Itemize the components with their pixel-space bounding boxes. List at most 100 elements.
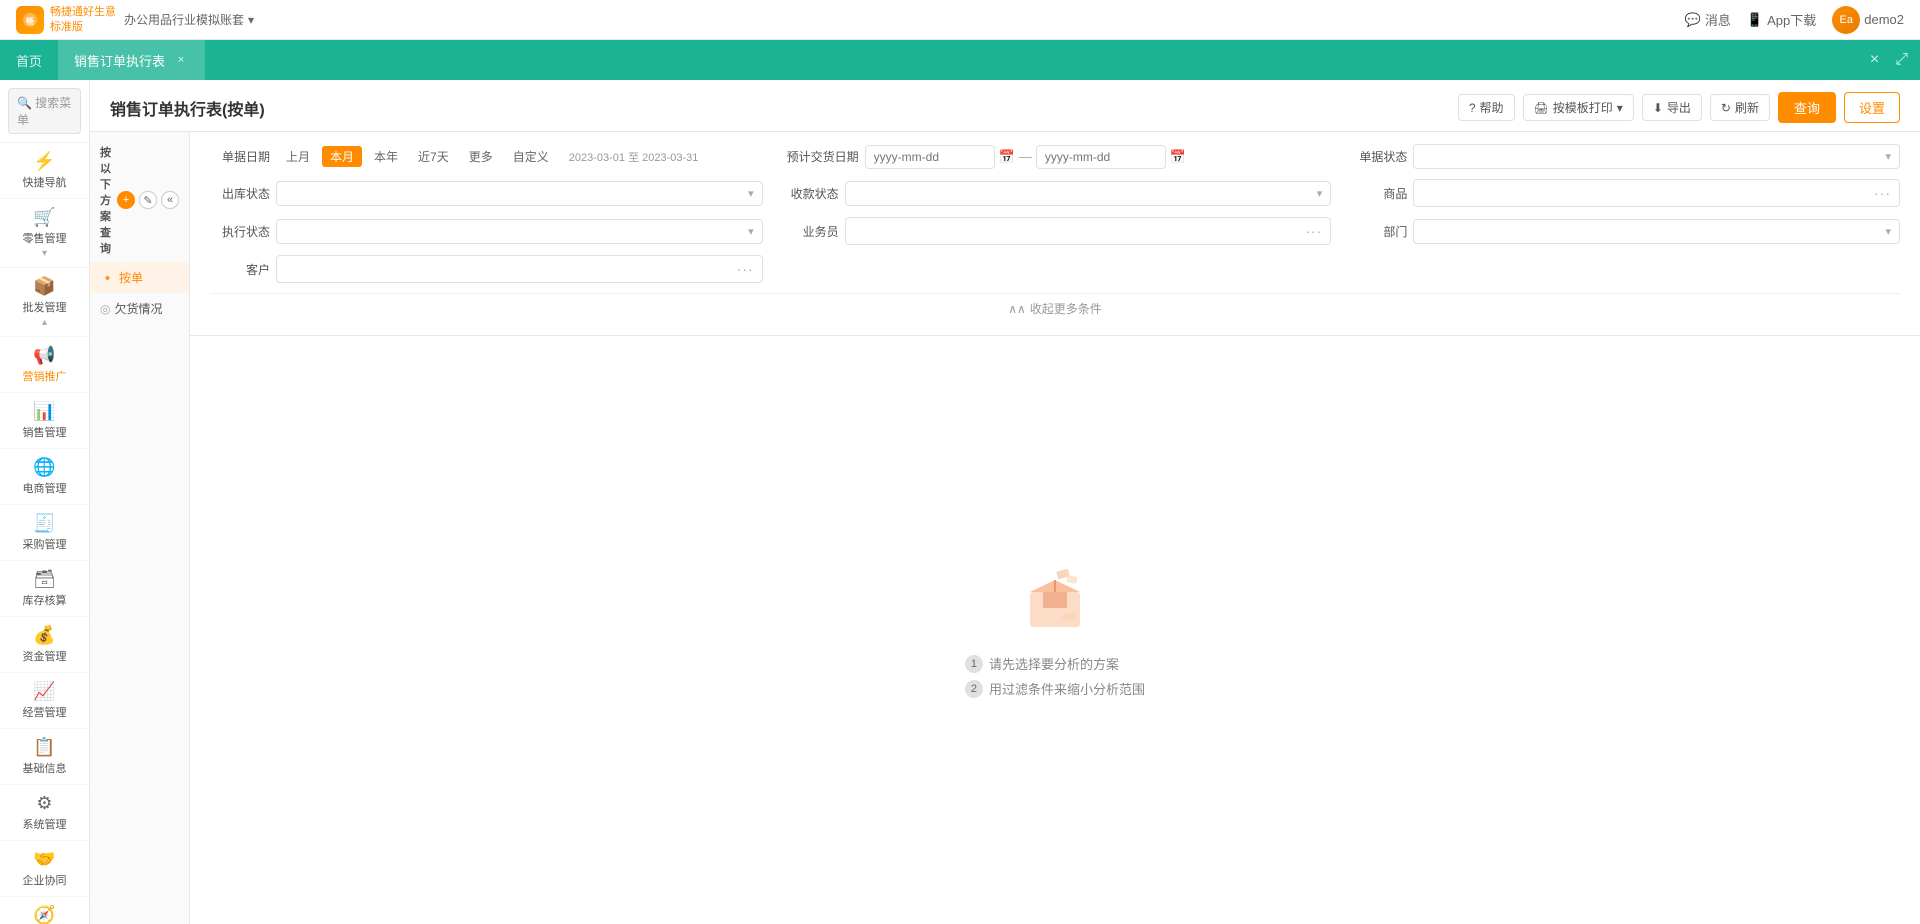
date-tab-thisyear[interactable]: 本年 <box>366 146 406 167</box>
product-selector[interactable]: ··· <box>1413 179 1900 207</box>
scheme-header: 按以下方案查询 + ✎ « <box>90 138 189 262</box>
retail-icon: 🛒 <box>33 207 55 228</box>
salesperson-dots: ··· <box>1305 223 1322 239</box>
export-btn[interactable]: ⬇ 导出 <box>1642 94 1702 121</box>
dept-dropdown[interactable]: ▾ <box>1413 219 1900 244</box>
expected-date-to[interactable] <box>1036 145 1166 169</box>
expected-date-inputs: 📅 — 📅 <box>865 145 1186 169</box>
sidebar-item-finance[interactable]: 💰 资金管理 <box>0 617 89 673</box>
result-area: 1 请先选择要分析的方案 2 用过滤条件来缩小分析范围 <box>190 336 1920 924</box>
customer-selector[interactable]: ··· <box>276 255 763 283</box>
print-icon: 🖨 <box>1534 101 1549 115</box>
scheme-item-byorder-icon: 🔸 <box>100 271 115 285</box>
sidebar: 🔍 搜索菜单 ⚡ 快捷导航 🛒 零售管理 ▾ 📦 批发管理 ▴ 📢 营销推广 📊… <box>0 80 90 924</box>
system-icon: ⚙ <box>36 793 52 814</box>
content-wrapper: 按以下方案查询 + ✎ « 🔸 按单 ◎ 欠货情况 <box>90 132 1920 924</box>
sidebar-item-wholesale[interactable]: 📦 批发管理 ▴ <box>0 268 89 337</box>
sidebar-item-cooperation[interactable]: 🤝 企业协同 <box>0 841 89 897</box>
wholesale-icon: 📦 <box>33 276 55 297</box>
filter-row-3: 执行状态 ▾ 业务员 ··· <box>210 217 1900 245</box>
quicknav-icon: ⚡ <box>33 151 55 172</box>
search-btn[interactable]: 查询 <box>1778 92 1836 123</box>
settings-btn[interactable]: 设置 <box>1844 92 1900 123</box>
date-tab-7days[interactable]: 近7天 <box>410 146 457 167</box>
outbound-dropdown[interactable]: ▾ <box>276 181 763 206</box>
logo-icon: 畅 <box>16 6 44 34</box>
sidebar-item-basic[interactable]: 📋 基础信息 <box>0 729 89 785</box>
exec-status-arrow: ▾ <box>748 225 754 238</box>
outbound-group: 出库状态 ▾ <box>210 181 763 206</box>
sidebar-search-btn[interactable]: 🔍 搜索菜单 <box>8 88 81 134</box>
filter-panel: 单据日期 上月 本月 本年 近7天 更多 自定义 2023-03-01 至 20… <box>190 132 1920 336</box>
page-title: 销售订单执行表(按单) <box>110 96 265 120</box>
receipt-group: 收款状态 ▾ <box>779 181 1332 206</box>
salesperson-selector[interactable]: ··· <box>845 217 1332 245</box>
sidebar-item-marketing[interactable]: 📢 营销推广 <box>0 337 89 393</box>
scheme-add-btn[interactable]: + <box>117 191 135 209</box>
sidebar-item-sales[interactable]: 📊 销售管理 <box>0 393 89 449</box>
filter-row-2: 出库状态 ▾ 收款状态 ▾ <box>210 179 1900 207</box>
date-dash: — <box>1019 149 1032 164</box>
filter-row-4: 客户 ··· <box>210 255 1900 283</box>
date-tab-lastmonth[interactable]: 上月 <box>278 146 318 167</box>
tab-home[interactable]: 首页 <box>0 40 58 80</box>
sidebar-item-purchase[interactable]: 🧾 采购管理 <box>0 505 89 561</box>
sidebar-item-inventory[interactable]: 🗃 库存核算 <box>0 561 89 617</box>
cooperation-icon: 🤝 <box>33 849 55 870</box>
scheme-collapse-btn[interactable]: « <box>161 191 179 209</box>
date-sep-icon: 📅 <box>999 149 1015 165</box>
refresh-btn[interactable]: ↻ 刷新 <box>1710 94 1770 121</box>
exec-status-dropdown[interactable]: ▾ <box>276 219 763 244</box>
sidebar-item-retail[interactable]: 🛒 零售管理 ▾ <box>0 199 89 268</box>
message-btn[interactable]: 💬 消息 <box>1685 10 1731 29</box>
help-btn[interactable]: ? 帮助 <box>1458 94 1515 121</box>
receipt-arrow: ▾ <box>1317 187 1323 200</box>
tab-maximize-btn[interactable]: ⤢ <box>1891 47 1912 73</box>
tab-active[interactable]: 销售订单执行表 × <box>58 40 205 80</box>
main-layout: 🔍 搜索菜单 ⚡ 快捷导航 🛒 零售管理 ▾ 📦 批发管理 ▴ 📢 营销推广 📊… <box>0 80 1920 924</box>
search-icon: 🔍 <box>17 96 32 110</box>
scheme-item-bydebt[interactable]: ◎ 欠货情况 <box>90 293 189 324</box>
scheme-item-byorder[interactable]: 🔸 按单 <box>90 262 189 293</box>
message-icon: 💬 <box>1685 12 1701 28</box>
print-btn[interactable]: 🖨 按模板打印 ▾ <box>1523 94 1634 121</box>
sidebar-item-newguide[interactable]: 🧭 新手引导 <box>0 897 89 924</box>
expected-date-from[interactable] <box>865 145 995 169</box>
receipt-dropdown[interactable]: ▾ <box>845 181 1332 206</box>
marketing-icon: 📢 <box>33 345 55 366</box>
business-icon: 📈 <box>33 681 55 702</box>
date-filter-tabs: 上月 本月 本年 近7天 更多 自定义 <box>278 146 557 167</box>
user-menu[interactable]: Ea demo2 <box>1832 6 1904 34</box>
page-header: 销售订单执行表(按单) ? 帮助 🖨 按模板打印 ▾ ⬇ 导出 ↻ 刷新 <box>90 80 1920 132</box>
scheme-actions: + ✎ « <box>117 191 179 209</box>
order-status-dropdown[interactable]: ▾ <box>1413 144 1900 169</box>
empty-hint-2: 2 用过滤条件来缩小分析范围 <box>965 679 1145 698</box>
sidebar-item-quicknav[interactable]: ⚡ 快捷导航 <box>0 143 89 199</box>
tab-minimize-btn[interactable]: × <box>1866 47 1883 73</box>
date-tab-thismonth[interactable]: 本月 <box>322 146 362 167</box>
app-download-btn[interactable]: 📱 App下载 <box>1747 10 1816 29</box>
date-tab-more[interactable]: 更多 <box>461 146 501 167</box>
tab-close-icon[interactable]: × <box>173 52 189 68</box>
scheme-edit-btn[interactable]: ✎ <box>139 191 157 209</box>
tab-bar-right: × ⤢ <box>1866 47 1920 73</box>
collapse-bar[interactable]: ∧∧ 收起更多条件 <box>210 293 1900 323</box>
expected-date-group: 预计交货日期 📅 — 📅 <box>779 145 1332 169</box>
scheme-item-bydebt-icon: ◎ <box>100 302 110 316</box>
date-tab-custom[interactable]: 自定义 <box>505 146 557 167</box>
finance-icon: 💰 <box>33 625 55 646</box>
empty-hint-1: 1 请先选择要分析的方案 <box>965 654 1145 673</box>
ecommerce-icon: 🌐 <box>33 457 55 478</box>
customer-dots: ··· <box>737 261 754 277</box>
exec-status-group: 执行状态 ▾ <box>210 219 763 244</box>
refresh-icon: ↻ <box>1721 101 1731 115</box>
help-icon: ? <box>1469 101 1476 115</box>
sidebar-item-business[interactable]: 📈 经营管理 <box>0 673 89 729</box>
date-range-text: 2023-03-01 至 2023-03-31 <box>569 149 699 165</box>
inventory-icon: 🗃 <box>33 569 56 590</box>
app-selector[interactable]: 办公用品行业模拟账套 ▾ <box>124 11 254 28</box>
sidebar-search-area: 🔍 搜索菜单 <box>0 80 89 143</box>
empty-state: 1 请先选择要分析的方案 2 用过滤条件来缩小分析范围 <box>965 562 1145 698</box>
sidebar-item-ecommerce[interactable]: 🌐 电商管理 <box>0 449 89 505</box>
sidebar-item-system[interactable]: ⚙ 系统管理 <box>0 785 89 841</box>
